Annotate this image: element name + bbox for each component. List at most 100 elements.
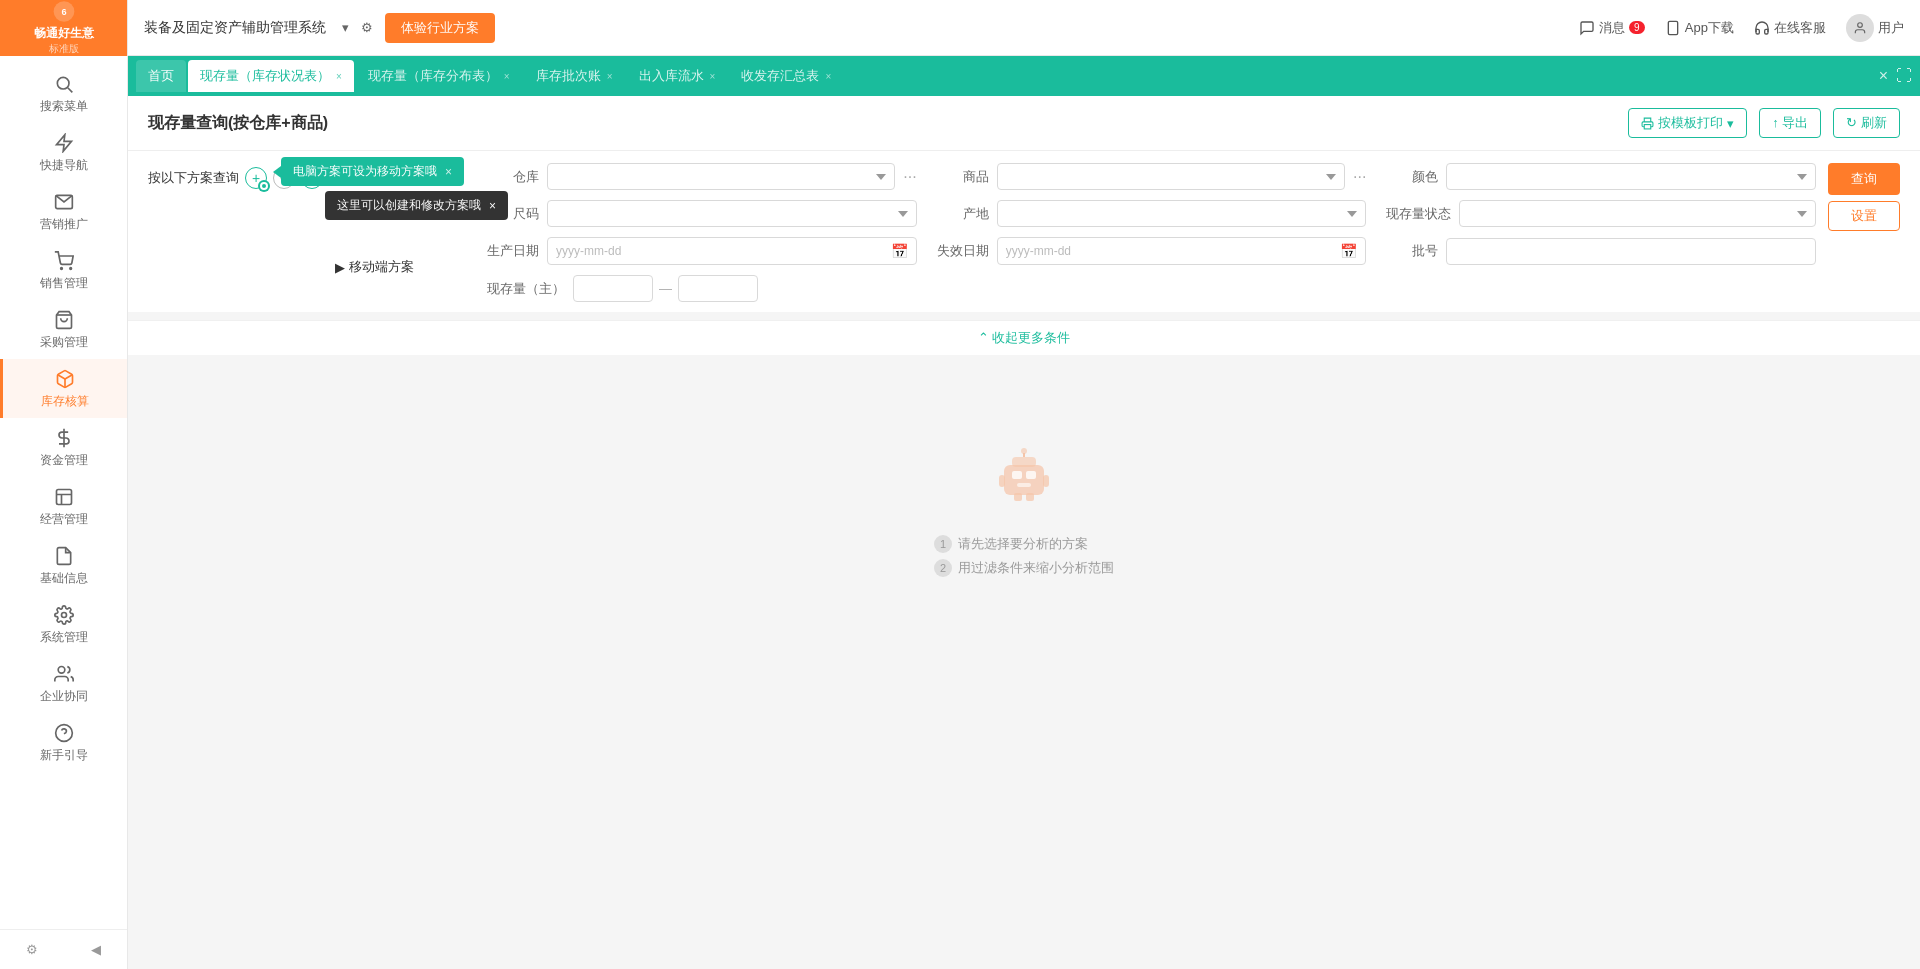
message-item[interactable]: 消息 9 [1579, 19, 1645, 37]
message-icon [1579, 20, 1595, 36]
tab-stock-summary-label: 收发存汇总表 [741, 67, 819, 85]
tab-close-inventory-status[interactable]: × [336, 71, 342, 82]
sidebar-item-sales[interactable]: 销售管理 [0, 241, 127, 300]
stock-qty-from[interactable] [573, 275, 653, 302]
bag-icon [54, 310, 74, 330]
sidebar-item-label: 销售管理 [40, 275, 88, 292]
sidebar-item-enterprise[interactable]: 企业协同 [0, 654, 127, 713]
product-dots[interactable]: ··· [1353, 168, 1366, 186]
refresh-label: 刷新 [1861, 115, 1887, 130]
product-label: 商品 [937, 168, 989, 186]
sidebar-item-marketing[interactable]: 营销推广 [0, 182, 127, 241]
header-chevron-icon[interactable]: ▾ [342, 20, 349, 35]
search-icon [54, 74, 74, 94]
refresh-btn[interactable]: ↻ 刷新 [1833, 108, 1900, 138]
scheme-group-mobile-arrow: ▶ [335, 260, 345, 275]
tab-inventory-status[interactable]: 现存量（库存状况表） × [188, 60, 354, 92]
svg-line-3 [67, 88, 72, 93]
top-header: 装备及固定资产辅助管理系统 ▾ ⚙ 体验行业方案 消息 9 App下载 在线客服 [128, 0, 1920, 56]
reset-btn[interactable]: 设置 [1828, 201, 1900, 231]
origin-select[interactable] [997, 200, 1367, 227]
calendar-icon-mfg[interactable]: 📅 [891, 243, 908, 259]
filter-add-btn[interactable]: + [245, 167, 267, 189]
tab-close-stock-summary[interactable]: × [825, 71, 831, 82]
tooltip1: 电脑方案可设为移动方案哦 × [281, 157, 464, 186]
tooltip2-text: 这里可以创建和修改方案哦 [337, 197, 481, 214]
stock-qty-to[interactable] [678, 275, 758, 302]
exp-date-from[interactable]: yyyy-mm-dd 📅 [997, 237, 1367, 265]
filter-row-2: 尺码 产地 现存量状态 [487, 200, 1816, 227]
warehouse-dots[interactable]: ··· [903, 168, 916, 186]
warehouse-select[interactable] [547, 163, 895, 190]
tab-inout-flow[interactable]: 出入库流水 × [627, 60, 728, 92]
megaphone-icon [54, 192, 74, 212]
search-btn[interactable]: 查询 [1828, 163, 1900, 195]
color-select[interactable] [1446, 163, 1816, 190]
tab-close-all-icon[interactable]: × [1879, 67, 1888, 85]
tooltip1-close[interactable]: × [445, 165, 452, 179]
scheme-group-mobile-header[interactable]: ▶ 移动端方案 [335, 254, 475, 280]
page-title: 现存量查询(按仓库+商品) [148, 113, 328, 146]
tab-close-inventory-distribution[interactable]: × [504, 71, 510, 82]
product-select[interactable] [997, 163, 1345, 190]
stock-status-label: 现存量状态 [1386, 205, 1451, 223]
tab-home-label: 首页 [148, 67, 174, 85]
online-support-item[interactable]: 在线客服 [1754, 19, 1826, 37]
calendar-icon-exp[interactable]: 📅 [1340, 243, 1357, 259]
template-print-btn[interactable]: 按模板打印 ▾ [1628, 108, 1747, 138]
sidebar-item-basic[interactable]: 基础信息 [0, 536, 127, 595]
tab-inventory-distribution-label: 现存量（库存分布表） [368, 67, 498, 85]
filter-label: 按以下方案查询 [148, 169, 239, 187]
svg-rect-28 [1012, 457, 1036, 467]
batch-label: 批号 [1386, 242, 1438, 260]
tooltip2-close[interactable]: × [489, 199, 496, 213]
cart-icon [54, 251, 74, 271]
sidebar-item-guide[interactable]: 新手引导 [0, 713, 127, 772]
empty-tips: 1 请先选择要分析的方案 2 用过滤条件来缩小分析范围 [934, 535, 1114, 583]
mfg-date-from[interactable]: yyyy-mm-dd 📅 [547, 237, 917, 265]
sidebar-item-search-menu[interactable]: 搜索菜单 [0, 64, 127, 123]
sidebar-item-finance[interactable]: 资金管理 [0, 418, 127, 477]
batch-input[interactable] [1446, 238, 1816, 265]
flash-icon [54, 133, 74, 153]
svg-point-2 [57, 77, 69, 89]
sidebar-item-purchase[interactable]: 采购管理 [0, 300, 127, 359]
phone-icon [1665, 20, 1681, 36]
settings-icon[interactable]: ⚙ [361, 20, 373, 35]
user-item[interactable]: 用户 [1846, 14, 1904, 42]
svg-point-18 [1858, 22, 1863, 27]
tab-inventory-distribution[interactable]: 现存量（库存分布表） × [356, 60, 522, 92]
tab-batch-account[interactable]: 库存批次账 × [524, 60, 625, 92]
export-btn[interactable]: ↑ 导出 [1759, 108, 1821, 138]
filter-cell-origin: 产地 [937, 200, 1367, 227]
search-reset-column: 查询 设置 [1828, 163, 1900, 231]
collapse-filter-row[interactable]: ⌃ 收起更多条件 [128, 320, 1920, 355]
sidebar-item-quick-nav[interactable]: 快捷导航 [0, 123, 127, 182]
collapse-label: 收起更多条件 [992, 330, 1070, 345]
tab-inout-flow-label: 出入库流水 [639, 67, 704, 85]
sidebar-item-label: 搜索菜单 [40, 98, 88, 115]
sidebar: 6 畅通好生意 标准版 搜索菜单 快捷导航 营销推广 销售管理 采购管理 [0, 0, 128, 969]
tab-fullscreen-icon[interactable]: ⛶ [1896, 67, 1912, 85]
industry-btn[interactable]: 体验行业方案 [385, 13, 495, 43]
stock-status-select[interactable] [1459, 200, 1816, 227]
size-select[interactable] [547, 200, 917, 227]
tab-home[interactable]: 首页 [136, 60, 186, 92]
collapse-sidebar-icon[interactable]: ◀ [91, 942, 101, 957]
sidebar-item-inventory[interactable]: 库存核算 [0, 359, 127, 418]
tab-stock-summary[interactable]: 收发存汇总表 × [729, 60, 843, 92]
sidebar-item-operations[interactable]: 经营管理 [0, 477, 127, 536]
empty-tip2: 2 用过滤条件来缩小分析范围 [934, 559, 1114, 577]
svg-rect-26 [1014, 493, 1022, 501]
filter-cell-product: 商品 ··· [937, 163, 1367, 190]
tip-num-1: 1 [934, 535, 952, 553]
gear-icon [54, 605, 74, 625]
sidebar-item-system[interactable]: 系统管理 [0, 595, 127, 654]
settings-bottom-icon[interactable]: ⚙ [26, 942, 38, 957]
filter-cell-color: 颜色 [1386, 163, 1816, 190]
tab-close-batch-account[interactable]: × [607, 71, 613, 82]
sidebar-item-label: 基础信息 [40, 570, 88, 587]
tab-close-inout-flow[interactable]: × [710, 71, 716, 82]
app-download-item[interactable]: App下载 [1665, 19, 1734, 37]
svg-point-6 [60, 268, 62, 270]
